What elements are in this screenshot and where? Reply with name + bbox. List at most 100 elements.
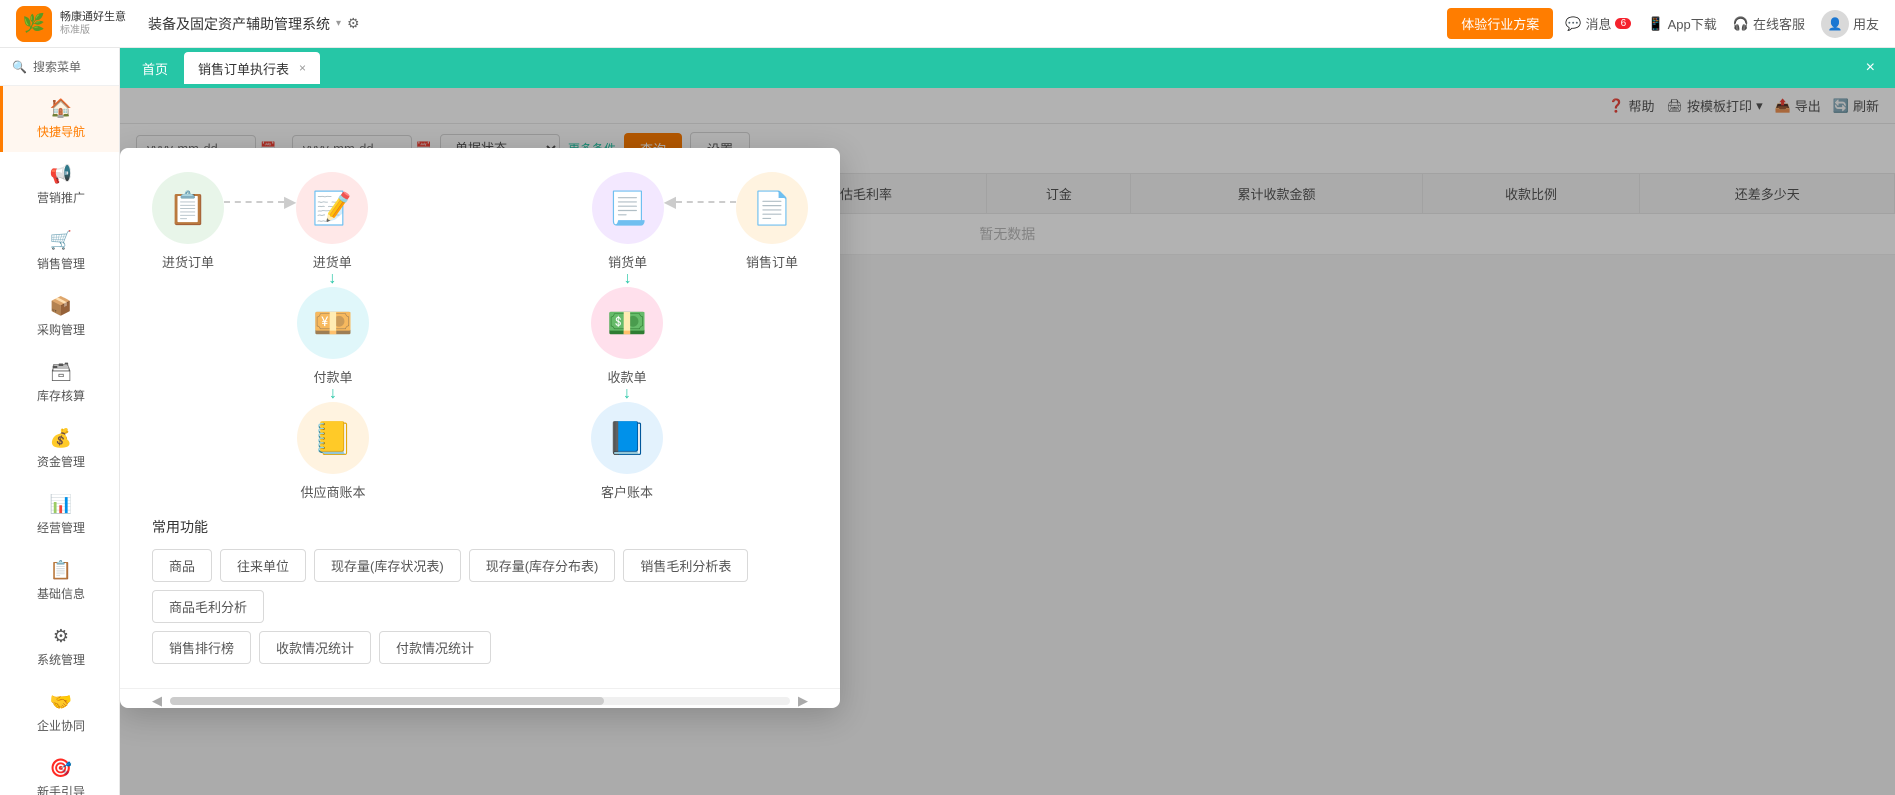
search-icon: 🔍 xyxy=(12,60,27,74)
sidebar-item-finance[interactable]: 💰 资金管理 xyxy=(0,416,119,482)
func-btn-gross-analysis[interactable]: 销售毛利分析表 xyxy=(623,549,748,582)
sidebar-item-enterprise[interactable]: 🤝 企业协同 xyxy=(0,680,119,746)
logo-area: 🌿 畅康通好生意 标准版 xyxy=(16,6,136,42)
scroll-bar-area: ◀ ▶ xyxy=(120,688,840,708)
message-icon: 💬 xyxy=(1565,16,1581,32)
enterprise-icon: 🤝 xyxy=(50,692,72,713)
modal-box: 📋 进货订单 ▶ xyxy=(120,148,840,708)
tab-bar: 首页 销售订单执行表 × × xyxy=(120,48,1895,88)
service-icon: 🎧 xyxy=(1733,16,1749,32)
sale-label: 销货单 xyxy=(608,252,647,271)
flow-section: 📋 进货订单 ▶ xyxy=(120,148,840,517)
avatar: 👤 xyxy=(1821,10,1849,38)
sale-order-label: 销售订单 xyxy=(746,252,798,271)
marketing-icon: 📢 xyxy=(50,164,72,185)
operation-icon: 📊 xyxy=(50,494,72,515)
func-btn-stock-status[interactable]: 现存量(库存状况表) xyxy=(314,549,461,582)
customer-ledger-label: 客户账本 xyxy=(601,482,653,501)
top-header: 🌿 畅康通好生意 标准版 装备及固定资产辅助管理系统 ▾ ⚙ 体验行业方案 💬 … xyxy=(0,0,1895,48)
customer-ledger-circle[interactable]: 📘 xyxy=(591,402,663,474)
try-btn[interactable]: 体验行业方案 xyxy=(1447,8,1553,39)
guide-icon: 🎯 xyxy=(50,758,72,779)
main-content: 🔍 搜索菜单 🏠 快捷导航 📢 营销推广 🛒 销售管理 📦 采购管理 🗃 xyxy=(0,48,1895,795)
func-btn-row2: 销售排行榜 收款情况统计 付款情况统计 xyxy=(152,631,808,664)
sidebar-item-system[interactable]: ⚙ 系统管理 xyxy=(0,614,119,680)
home-icon: 🏠 xyxy=(50,98,72,119)
func-btn-sales-rank[interactable]: 销售排行榜 xyxy=(152,631,251,664)
modal-overlay: 📋 进货订单 ▶ xyxy=(120,88,1895,795)
func-btn-payment-stat[interactable]: 付款情况统计 xyxy=(379,631,491,664)
flow-sale-order: 📄 销售订单 xyxy=(736,172,808,271)
purchase-icon: 📦 xyxy=(50,296,72,317)
func-btn-stock-dist[interactable]: 现存量(库存分布表) xyxy=(469,549,616,582)
window-close-icon[interactable]: × xyxy=(1854,59,1887,77)
scroll-track[interactable] xyxy=(170,697,790,705)
func-btn-receipt-stat[interactable]: 收款情况统计 xyxy=(259,631,371,664)
system-dropdown-icon[interactable]: ▾ xyxy=(336,18,341,29)
header-right: 💬 消息 6 📱 App下载 🎧 在线客服 👤 用友 xyxy=(1565,10,1879,38)
flow-payment: 💴 付款单 ↓ xyxy=(297,287,369,402)
tab-sales-exec[interactable]: 销售订单执行表 × xyxy=(184,52,320,84)
sidebar-item-quick[interactable]: 🏠 快捷导航 xyxy=(0,86,119,152)
flow-purchase: 📝 进货单 ↓ xyxy=(296,172,368,287)
func-btn-row1: 商品 往来单位 现存量(库存状况表) 现存量(库存分布表) 销售毛利分析表 商品… xyxy=(152,549,808,623)
gear-icon[interactable]: ⚙ xyxy=(347,15,360,32)
sidebar-item-guide[interactable]: 🎯 新手引导 xyxy=(0,746,119,795)
purchase-label: 进货单 xyxy=(313,252,352,271)
finance-icon: 💰 xyxy=(50,428,72,449)
sidebar-item-inventory[interactable]: 🗃 库存核算 xyxy=(0,350,119,416)
scroll-thumb xyxy=(170,697,604,705)
purchase-order-circle[interactable]: 📋 xyxy=(152,172,224,244)
user-btn[interactable]: 👤 用友 xyxy=(1821,10,1879,38)
func-btn-counterpart[interactable]: 往来单位 xyxy=(220,549,306,582)
message-btn[interactable]: 💬 消息 6 xyxy=(1565,14,1631,33)
system-title-text: 装备及固定资产辅助管理系统 xyxy=(148,14,330,34)
sidebar-item-marketing[interactable]: 📢 营销推广 xyxy=(0,152,119,218)
scroll-left-icon[interactable]: ◀ xyxy=(152,693,162,708)
receipt-down-arrow: ↓ xyxy=(623,386,631,402)
app-download-btn[interactable]: 📱 App下载 xyxy=(1647,14,1716,33)
sale-order-circle[interactable]: 📄 xyxy=(736,172,808,244)
payment-label: 付款单 xyxy=(313,367,352,386)
tab-home[interactable]: 首页 xyxy=(128,52,182,84)
common-title: 常用功能 xyxy=(152,517,808,537)
sidebar-item-basic[interactable]: 📋 基础信息 xyxy=(0,548,119,614)
sale-circle[interactable]: 📃 xyxy=(592,172,664,244)
func-btn-product[interactable]: 商品 xyxy=(152,549,212,582)
scroll-right-icon[interactable]: ▶ xyxy=(798,693,808,708)
func-btn-product-gross[interactable]: 商品毛利分析 xyxy=(152,590,264,623)
download-icon: 📱 xyxy=(1647,16,1663,32)
system-title-area: 装备及固定资产辅助管理系统 ▾ ⚙ xyxy=(148,14,1435,34)
flow-supplier-ledger: 📒 供应商账本 xyxy=(297,402,369,501)
purchase-order-label: 进货订单 xyxy=(162,252,214,271)
sidebar: 🔍 搜索菜单 🏠 快捷导航 📢 营销推广 🛒 销售管理 📦 采购管理 🗃 xyxy=(0,48,120,795)
sale-down-arrow: ↓ xyxy=(624,271,632,287)
supplier-ledger-label: 供应商账本 xyxy=(300,482,365,501)
logo-icon: 🌿 xyxy=(16,6,52,42)
tab-close-icon[interactable]: × xyxy=(299,61,306,75)
inventory-icon: 🗃 xyxy=(50,362,73,383)
system-icon: ⚙ xyxy=(53,626,69,647)
basic-icon: 📋 xyxy=(50,560,72,581)
flow-sale: 📃 销货单 ↓ xyxy=(592,172,664,287)
receipt-label: 收款单 xyxy=(607,367,646,386)
payment-down-arrow: ↓ xyxy=(329,386,337,402)
flow-purchase-order: 📋 进货订单 xyxy=(152,172,224,271)
sidebar-item-purchase[interactable]: 📦 采购管理 xyxy=(0,284,119,350)
sales-icon: 🛒 xyxy=(50,230,72,251)
flow-receipt: 💵 收款单 ↓ xyxy=(591,287,663,402)
sidebar-item-sales[interactable]: 🛒 销售管理 xyxy=(0,218,119,284)
page-content: ❓ 帮助 🖨 按模板打印 ▾ 📤 导出 🔄 刷新 xyxy=(120,88,1895,795)
content-area: 首页 销售订单执行表 × × ❓ 帮助 🖨 按 xyxy=(120,48,1895,795)
purchase-down-arrow: ↓ xyxy=(328,271,336,287)
supplier-ledger-circle[interactable]: 📒 xyxy=(297,402,369,474)
receipt-circle[interactable]: 💵 xyxy=(591,287,663,359)
purchase-circle[interactable]: 📝 xyxy=(296,172,368,244)
payment-circle[interactable]: 💴 xyxy=(297,287,369,359)
flow-customer-ledger: 📘 客户账本 xyxy=(591,402,663,501)
message-badge: 6 xyxy=(1615,18,1631,29)
search-menu[interactable]: 🔍 搜索菜单 xyxy=(0,48,119,86)
sidebar-item-operation[interactable]: 📊 经营管理 xyxy=(0,482,119,548)
logo-text: 畅康通好生意 标准版 xyxy=(60,10,126,37)
online-service-btn[interactable]: 🎧 在线客服 xyxy=(1733,14,1805,33)
